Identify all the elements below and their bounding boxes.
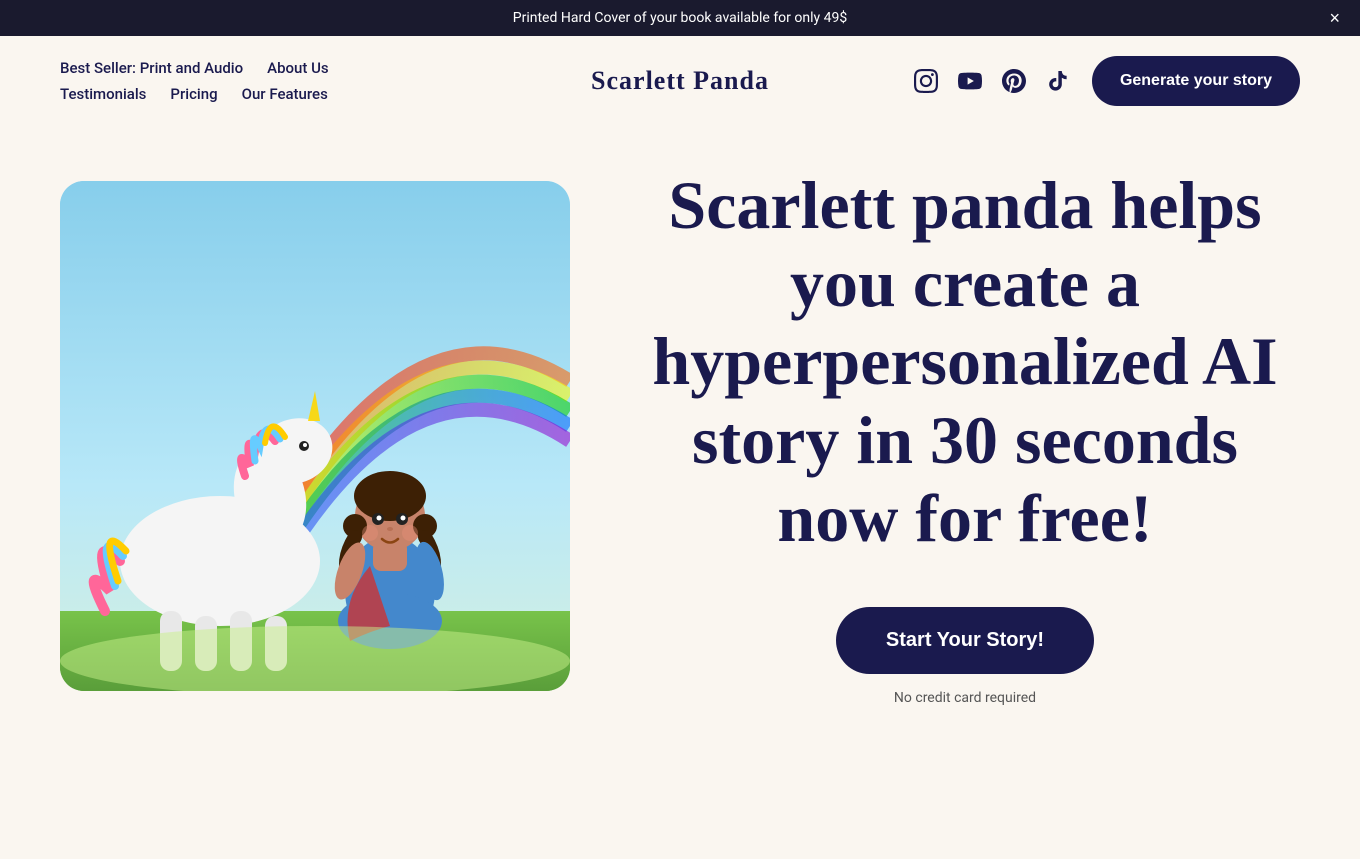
announcement-text: Printed Hard Cover of your book availabl… bbox=[513, 10, 847, 26]
announcement-bar: Printed Hard Cover of your book availabl… bbox=[0, 0, 1360, 36]
nav-testimonials[interactable]: Testimonials bbox=[60, 85, 146, 103]
nav-our-features[interactable]: Our Features bbox=[242, 85, 328, 103]
tiktok-icon[interactable] bbox=[1044, 67, 1072, 95]
generate-story-button[interactable]: Generate your story bbox=[1092, 56, 1300, 106]
nav-pricing[interactable]: Pricing bbox=[170, 85, 217, 103]
start-story-button[interactable]: Start Your Story! bbox=[836, 607, 1094, 674]
hero-title: Scarlett panda helps you create a hyperp… bbox=[630, 166, 1300, 557]
no-credit-card-text: No credit card required bbox=[894, 690, 1036, 706]
hero-content: Scarlett panda helps you create a hyperp… bbox=[630, 166, 1300, 706]
social-icons bbox=[912, 67, 1072, 95]
nav-right: Generate your story bbox=[912, 56, 1300, 106]
nav-left: Best Seller: Print and Audio About Us Te… bbox=[60, 59, 360, 103]
header: Best Seller: Print and Audio About Us Te… bbox=[0, 36, 1360, 126]
nav-best-seller[interactable]: Best Seller: Print and Audio bbox=[60, 59, 243, 77]
pinterest-icon[interactable] bbox=[1000, 67, 1028, 95]
youtube-icon[interactable] bbox=[956, 67, 984, 95]
site-logo[interactable]: Scarlett Panda bbox=[591, 66, 769, 96]
instagram-icon[interactable] bbox=[912, 67, 940, 95]
nav-about-us[interactable]: About Us bbox=[267, 59, 329, 77]
announcement-close-button[interactable]: × bbox=[1329, 9, 1340, 27]
hero-image bbox=[60, 181, 570, 691]
hero-section: Scarlett panda helps you create a hyperp… bbox=[0, 126, 1360, 766]
